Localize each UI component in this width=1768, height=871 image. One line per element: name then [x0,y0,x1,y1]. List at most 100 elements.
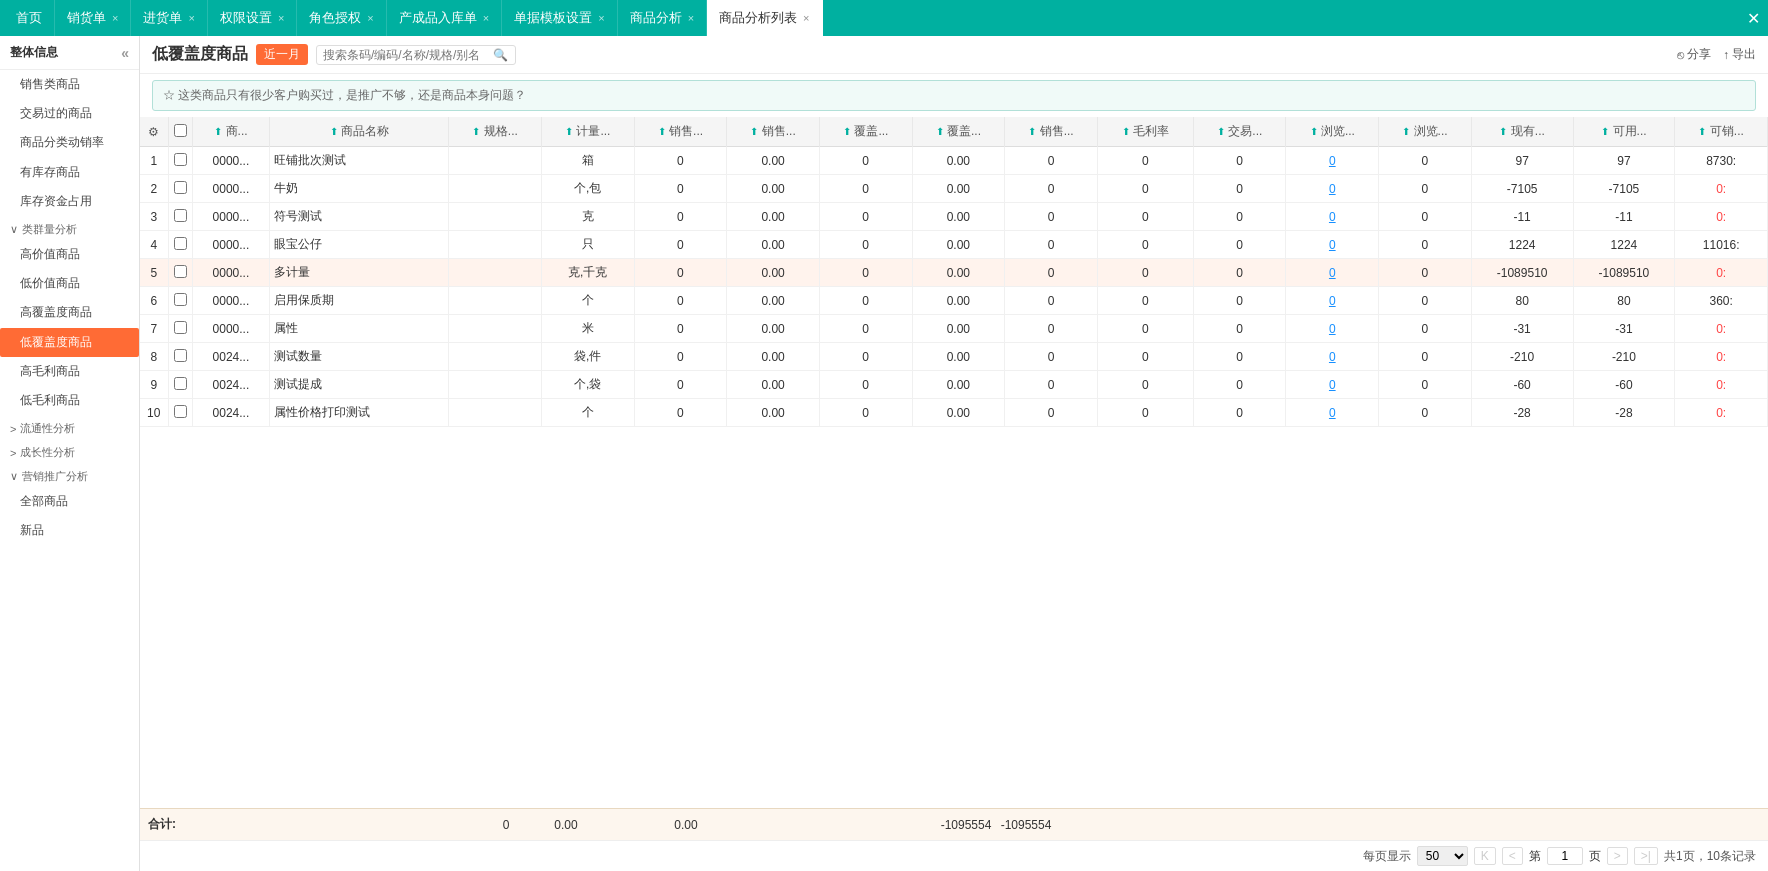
search-input[interactable] [323,48,493,62]
sidebar-item-sales-goods[interactable]: 销售类商品 [0,70,139,99]
close-icon[interactable]: × [367,12,373,24]
col-browse1[interactable]: ⬆ 浏览... [1286,117,1379,147]
sidebar-item-low-margin[interactable]: 低毛利商品 [0,386,139,415]
row-checkbox[interactable] [174,349,187,362]
per-page-select[interactable]: 50 100 200 [1417,846,1468,866]
row-checkbox[interactable] [174,237,187,250]
nav-tab-purchase[interactable]: 进货单 × [131,0,207,36]
search-icon[interactable]: 🔍 [493,48,508,62]
row-browse1[interactable]: 0 [1286,231,1379,259]
nav-tab-sales[interactable]: 销货单 × [55,0,131,36]
next-page-button[interactable]: > [1607,847,1628,865]
row-checkbox-cell[interactable] [168,287,192,315]
row-no: 3 [140,203,168,231]
select-all-checkbox[interactable] [174,124,187,137]
close-icon[interactable]: × [688,12,694,24]
page-number-input[interactable] [1547,847,1583,865]
nav-tab-finished-goods[interactable]: 产成品入库单 × [387,0,502,36]
row-checkbox-cell[interactable] [168,147,192,175]
nav-tab-product-analysis-list[interactable]: 商品分析列表 × [707,0,822,36]
sidebar-item-in-stock[interactable]: 有库存商品 [0,158,139,187]
col-gross-margin[interactable]: ⬆ 毛利率 [1097,117,1193,147]
row-checkbox-cell[interactable] [168,343,192,371]
sidebar-item-new-goods[interactable]: 新品 [0,516,139,545]
col-available-stock[interactable]: ⬆ 可用... [1573,117,1675,147]
row-browse1[interactable]: 0 [1286,203,1379,231]
close-icon[interactable]: × [803,12,809,24]
row-checkbox-cell[interactable] [168,399,192,427]
col-unit[interactable]: ⬆ 计量... [541,117,634,147]
sidebar-group-growth[interactable]: > 成长性分析 [0,439,139,463]
nav-tab-roles[interactable]: 角色授权 × [297,0,386,36]
col-settings[interactable]: ⚙ [140,117,168,147]
row-browse1[interactable]: 0 [1286,399,1379,427]
row-checkbox[interactable] [174,181,187,194]
row-browse1[interactable]: 0 [1286,175,1379,203]
row-checkbox[interactable] [174,405,187,418]
close-icon[interactable]: × [598,12,604,24]
col-spec[interactable]: ⬆ 规格... [449,117,542,147]
row-checkbox[interactable] [174,321,187,334]
row-checkbox[interactable] [174,153,187,166]
nav-tab-product-analysis[interactable]: 商品分析 × [618,0,707,36]
col-sales-qty[interactable]: ⬆ 销售... [634,117,727,147]
sidebar-item-low-coverage[interactable]: 低覆盖度商品 [0,328,139,357]
row-browse1[interactable]: 0 [1286,371,1379,399]
row-checkbox[interactable] [174,377,187,390]
col-transaction[interactable]: ⬆ 交易... [1193,117,1286,147]
row-checkbox-cell[interactable] [168,315,192,343]
export-button[interactable]: ↑ 导出 [1723,46,1756,63]
col-sales-amt[interactable]: ⬆ 销售... [727,117,820,147]
window-close-button[interactable]: ✕ [1747,9,1760,28]
sidebar-item-traded-goods[interactable]: 交易过的商品 [0,99,139,128]
sidebar-item-low-value[interactable]: 低价值商品 [0,269,139,298]
share-button[interactable]: ⎋ 分享 [1677,46,1711,63]
row-browse1[interactable]: 0 [1286,287,1379,315]
sidebar-collapse-button[interactable]: « [121,45,129,61]
sidebar-item-category-turnover[interactable]: 商品分类动销率 [0,128,139,157]
row-checkbox-cell[interactable] [168,259,192,287]
row-browse1[interactable]: 0 [1286,147,1379,175]
col-browse2[interactable]: ⬆ 浏览... [1379,117,1472,147]
sidebar-item-high-coverage[interactable]: 高覆盖度商品 [0,298,139,327]
col-coverage1[interactable]: ⬆ 覆盖... [819,117,912,147]
settings-icon[interactable]: ⚙ [148,125,159,139]
sidebar-item-inventory-funds[interactable]: 库存资金占用 [0,187,139,216]
col-saleable[interactable]: ⬆ 可销... [1675,117,1768,147]
col-checkbox[interactable] [168,117,192,147]
sidebar-group-cluster-analysis[interactable]: ∨ 类群量分析 [0,216,139,240]
col-coverage2[interactable]: ⬆ 覆盖... [912,117,1005,147]
sidebar-item-all-goods[interactable]: 全部商品 [0,487,139,516]
row-checkbox-cell[interactable] [168,203,192,231]
nav-tab-home[interactable]: 首页 [4,0,55,36]
sidebar-group-liquidity[interactable]: > 流通性分析 [0,415,139,439]
row-browse1[interactable]: 0 [1286,259,1379,287]
row-spec [449,175,542,203]
period-button[interactable]: 近一月 [256,44,308,65]
sidebar-group-marketing[interactable]: ∨ 营销推广分析 [0,463,139,487]
col-name[interactable]: ⬆ 商品名称 [270,117,449,147]
col-current-stock[interactable]: ⬆ 现有... [1471,117,1573,147]
prev-page-button[interactable]: < [1502,847,1523,865]
nav-tab-template[interactable]: 单据模板设置 × [502,0,617,36]
row-checkbox[interactable] [174,209,187,222]
row-checkbox[interactable] [174,265,187,278]
row-checkbox-cell[interactable] [168,175,192,203]
row-checkbox[interactable] [174,293,187,306]
nav-tab-permissions[interactable]: 权限设置 × [208,0,297,36]
sidebar-item-high-value[interactable]: 高价值商品 [0,240,139,269]
row-browse1[interactable]: 0 [1286,343,1379,371]
col-code[interactable]: ⬆ 商... [192,117,270,147]
col-sales3[interactable]: ⬆ 销售... [1005,117,1098,147]
sidebar-item-high-margin[interactable]: 高毛利商品 [0,357,139,386]
row-browse1[interactable]: 0 [1286,315,1379,343]
close-icon[interactable]: × [278,12,284,24]
last-page-button[interactable]: >| [1634,847,1658,865]
row-checkbox-cell[interactable] [168,231,192,259]
first-page-button[interactable]: K [1474,847,1496,865]
row-checkbox-cell[interactable] [168,371,192,399]
close-icon[interactable]: × [483,12,489,24]
close-icon[interactable]: × [188,12,194,24]
close-icon[interactable]: × [112,12,118,24]
row-no: 1 [140,147,168,175]
